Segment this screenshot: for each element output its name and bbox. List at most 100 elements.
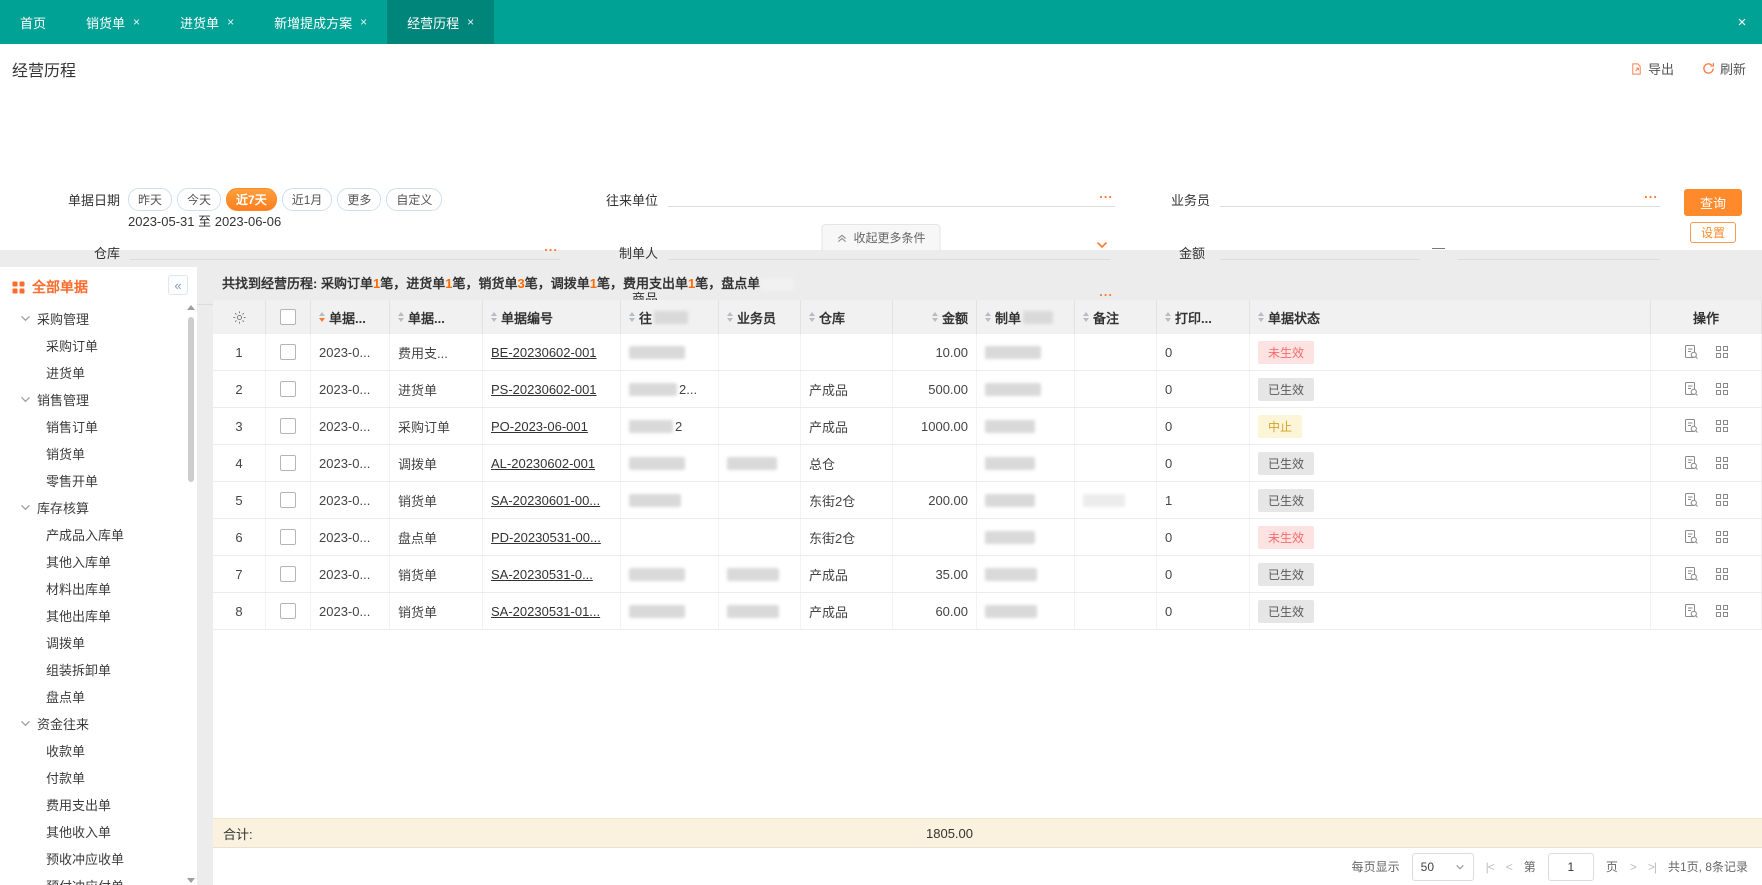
more-actions-icon[interactable] <box>1715 567 1729 581</box>
settings-button[interactable]: 设置 <box>1690 222 1736 243</box>
sidebar-item[interactable]: 其他收入单 <box>0 818 184 845</box>
date-chip[interactable]: 近1月 <box>281 188 333 211</box>
row-checkbox[interactable] <box>280 455 296 471</box>
collapse-more-filters-button[interactable]: 收起更多条件 <box>821 224 941 250</box>
row-checkbox[interactable] <box>280 566 296 582</box>
row-checkbox[interactable] <box>280 381 296 397</box>
first-page-button[interactable]: |< <box>1486 860 1495 874</box>
view-document-icon[interactable] <box>1683 418 1699 434</box>
sidebar-group[interactable]: 资金往来 <box>0 710 184 737</box>
column-header-maker[interactable]: 制单 <box>977 300 1075 334</box>
tab-3[interactable]: 进货单 × <box>160 0 254 44</box>
prev-page-button[interactable]: < <box>1506 860 1513 874</box>
sidebar-item[interactable]: 其他出库单 <box>0 602 184 629</box>
row-checkbox[interactable] <box>280 418 296 434</box>
date-chip[interactable]: 近7天 <box>226 188 277 211</box>
amount-min-input[interactable] <box>1220 235 1424 259</box>
sidebar-item[interactable]: 产成品入库单 <box>0 521 184 548</box>
doc-number-link[interactable]: PS-20230602-001 <box>491 382 597 397</box>
sidebar-item[interactable]: 零售开单 <box>0 467 184 494</box>
search-button[interactable]: 查询 <box>1684 189 1742 216</box>
page-number-input[interactable] <box>1547 852 1594 881</box>
column-header-note[interactable]: 备注 <box>1075 300 1157 334</box>
sidebar-group[interactable]: 销售管理 <box>0 386 184 413</box>
row-checkbox[interactable] <box>280 529 296 545</box>
view-document-icon[interactable] <box>1683 381 1699 397</box>
sidebar-item[interactable]: 组装拆卸单 <box>0 656 184 683</box>
sidebar-item[interactable]: 预付冲应付单 <box>0 872 184 885</box>
tab-5[interactable]: 经营历程 × <box>387 0 495 44</box>
sidebar-collapse-icon[interactable]: « <box>168 275 188 295</box>
salesperson-ellipsis-icon[interactable]: ... <box>1644 186 1658 201</box>
row-checkbox[interactable] <box>280 344 296 360</box>
sort-icon[interactable] <box>398 312 404 322</box>
select-all-checkbox[interactable] <box>280 309 296 325</box>
scroll-up-icon[interactable] <box>187 305 195 310</box>
doc-number-link[interactable]: AL-20230602-001 <box>491 456 595 471</box>
more-actions-icon[interactable] <box>1715 530 1729 544</box>
tab-4[interactable]: 新增提成方案 × <box>254 0 387 44</box>
scroll-down-icon[interactable] <box>187 878 195 883</box>
partner-input[interactable] <box>668 182 1119 206</box>
column-header-type[interactable]: 单据... <box>390 300 483 334</box>
doc-number-link[interactable]: SA-20230531-01... <box>491 604 600 619</box>
date-chip[interactable]: 昨天 <box>128 188 173 211</box>
sort-icon[interactable] <box>727 312 733 322</box>
sidebar-item[interactable]: 付款单 <box>0 764 184 791</box>
column-header-print[interactable]: 打印... <box>1157 300 1250 334</box>
sidebar-item[interactable]: 销货单 <box>0 440 184 467</box>
sidebar-item[interactable]: 销售订单 <box>0 413 184 440</box>
scrollbar-thumb[interactable] <box>188 317 194 482</box>
sort-icon[interactable] <box>491 312 497 322</box>
view-document-icon[interactable] <box>1683 344 1699 360</box>
view-document-icon[interactable] <box>1683 529 1699 545</box>
sort-icon[interactable] <box>809 312 815 322</box>
sort-icon[interactable] <box>985 312 991 322</box>
sidebar-item[interactable]: 采购订单 <box>0 332 184 359</box>
sidebar-scrollbar[interactable] <box>186 305 196 883</box>
row-checkbox[interactable] <box>280 492 296 508</box>
warehouse-input[interactable] <box>130 235 564 259</box>
sort-icon[interactable] <box>1165 312 1171 322</box>
per-page-select[interactable]: 50 <box>1411 852 1474 881</box>
sidebar-item[interactable]: 调拨单 <box>0 629 184 656</box>
column-header-amount[interactable]: 金额 <box>893 300 977 334</box>
date-chip[interactable]: 自定义 <box>386 188 443 211</box>
column-header-warehouse[interactable]: 仓库 <box>801 300 893 334</box>
date-chip[interactable]: 今天 <box>177 188 222 211</box>
sidebar-item[interactable]: 其他入库单 <box>0 548 184 575</box>
column-header-status[interactable]: 单据状态 <box>1250 300 1651 334</box>
doc-number-link[interactable]: PO-2023-06-001 <box>491 419 588 434</box>
more-actions-icon[interactable] <box>1715 456 1729 470</box>
tab-1[interactable]: 首页 <box>0 0 66 44</box>
column-header-date[interactable]: 单据... <box>311 300 390 334</box>
doc-number-link[interactable]: SA-20230601-00... <box>491 493 600 508</box>
tab-close-icon[interactable]: × <box>467 15 474 29</box>
sidebar-all-documents[interactable]: 全部单据 <box>12 277 88 297</box>
export-button[interactable]: 导出 <box>1630 59 1674 78</box>
sort-icon[interactable] <box>319 312 325 322</box>
sort-icon[interactable] <box>1258 312 1264 322</box>
refresh-button[interactable]: 刷新 <box>1702 59 1746 78</box>
more-actions-icon[interactable] <box>1715 493 1729 507</box>
sort-icon[interactable] <box>1083 312 1089 322</box>
column-header-check[interactable] <box>266 300 311 334</box>
tab-close-icon[interactable]: × <box>227 15 234 29</box>
more-actions-icon[interactable] <box>1715 419 1729 433</box>
sidebar-item[interactable]: 费用支出单 <box>0 791 184 818</box>
sort-icon[interactable] <box>931 312 938 322</box>
gear-icon[interactable] <box>232 310 247 325</box>
column-header-sales[interactable]: 业务员 <box>719 300 801 334</box>
column-header-partner[interactable]: 往 <box>621 300 719 334</box>
salesperson-input[interactable] <box>1220 182 1664 206</box>
last-page-button[interactable]: >| <box>1648 860 1657 874</box>
date-chip[interactable]: 更多 <box>337 188 382 211</box>
view-document-icon[interactable] <box>1683 492 1699 508</box>
doc-number-link[interactable]: PD-20230531-00... <box>491 530 601 545</box>
tab-2[interactable]: 销货单 × <box>66 0 160 44</box>
row-checkbox[interactable] <box>280 603 296 619</box>
sidebar-group[interactable]: 库存核算 <box>0 494 184 521</box>
amount-max-input[interactable] <box>1458 235 1664 259</box>
sidebar-item[interactable]: 进货单 <box>0 359 184 386</box>
tab-close-icon[interactable]: × <box>133 15 140 29</box>
